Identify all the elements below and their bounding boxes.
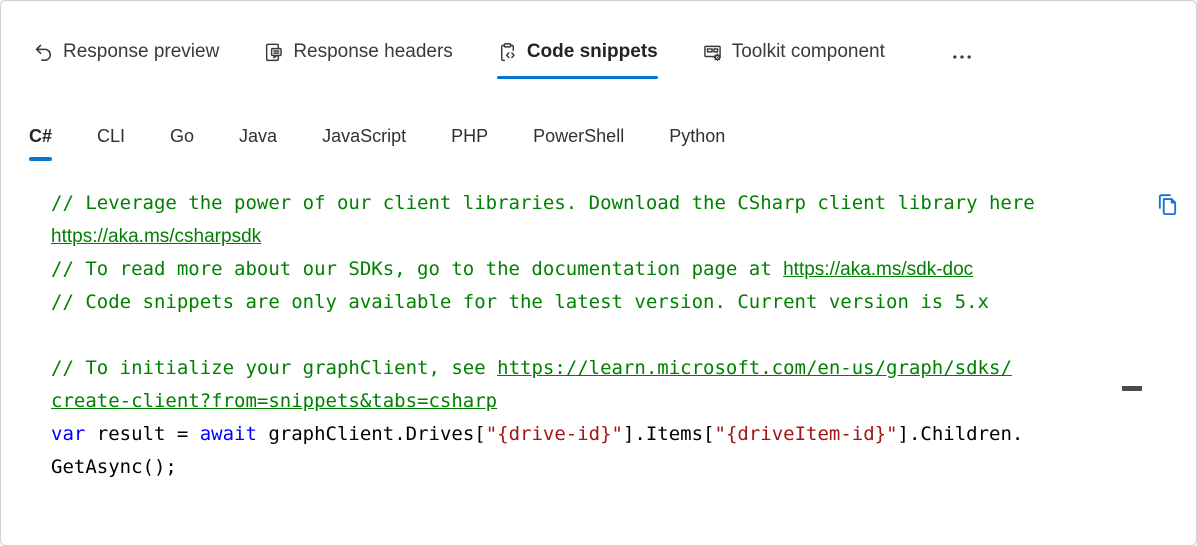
code-token: // Leverage the power of our client libr…	[51, 192, 1035, 214]
code-snippet-area: // Leverage the power of our client libr…	[1, 187, 1196, 484]
language-tab-powershell[interactable]: PowerShell	[533, 124, 624, 161]
code-line: // Code snippets are only available for …	[51, 286, 1196, 319]
code-line: create-client?from=snippets&tabs=csharp	[51, 385, 1196, 418]
tab-response-preview[interactable]: Response preview	[33, 32, 219, 79]
code-link[interactable]: https://learn.microsoft.com/en-us/graph/…	[497, 357, 1012, 379]
tab-toolkit-component[interactable]: Toolkit component	[702, 32, 885, 79]
code-token: "{drive-id}"	[486, 423, 623, 445]
more-horizontal-icon	[951, 46, 973, 68]
code-token: // To read more about our SDKs, go to th…	[51, 258, 783, 280]
language-tab-python[interactable]: Python	[669, 124, 725, 161]
language-tab-csharp[interactable]: C#	[29, 124, 52, 161]
document-chat-icon	[263, 42, 284, 63]
language-tab-javascript[interactable]: JavaScript	[322, 124, 406, 161]
code-line: https://aka.ms/csharpsdk	[51, 220, 1196, 253]
code-link[interactable]: https://aka.ms/csharpsdk	[51, 226, 261, 247]
code-token: GetAsync();	[51, 456, 177, 478]
code-line: // Leverage the power of our client libr…	[51, 187, 1196, 220]
code-token: result =	[85, 423, 199, 445]
undo-arrow-icon	[33, 42, 54, 63]
code-token: await	[200, 423, 257, 445]
toolkit-window-gear-icon	[702, 42, 723, 63]
language-tab-go[interactable]: Go	[170, 124, 194, 161]
copy-icon	[1154, 205, 1180, 220]
tab-response-headers[interactable]: Response headers	[263, 32, 453, 79]
code-line: // To read more about our SDKs, go to th…	[51, 253, 1196, 286]
code-token: "{driveItem-id}"	[715, 423, 898, 445]
response-tab-bar: Response preview Response headers	[1, 1, 1196, 82]
code-token: ].Children.	[898, 423, 1024, 445]
code-lines: // Leverage the power of our client libr…	[51, 187, 1196, 484]
clipboard-code-icon	[497, 42, 518, 63]
code-line: GetAsync();	[51, 451, 1196, 484]
code-line: var result = await graphClient.Drives["{…	[51, 418, 1196, 451]
code-token: var	[51, 423, 85, 445]
overview-ruler-marker	[1122, 386, 1142, 391]
tab-code-snippets[interactable]: Code snippets	[497, 32, 658, 79]
tab-label: Response preview	[63, 40, 219, 64]
code-line	[51, 319, 1196, 352]
code-line: // To initialize your graphClient, see h…	[51, 352, 1196, 385]
language-tab-php[interactable]: PHP	[451, 124, 488, 161]
code-link[interactable]: https://aka.ms/sdk-doc	[783, 259, 973, 280]
tab-label: Toolkit component	[732, 40, 885, 64]
tab-label: Code snippets	[527, 40, 658, 64]
response-area-panel: Response preview Response headers	[0, 0, 1197, 546]
copy-code-button[interactable]	[1152, 189, 1182, 219]
more-tabs-button[interactable]	[943, 32, 981, 82]
code-token: // Code snippets are only available for …	[51, 291, 989, 313]
code-token: ].Items[	[623, 423, 715, 445]
tab-label: Response headers	[293, 40, 453, 64]
language-tab-java[interactable]: Java	[239, 124, 277, 161]
code-link[interactable]: create-client?from=snippets&tabs=csharp	[51, 390, 497, 412]
language-tab-cli[interactable]: CLI	[97, 124, 125, 161]
code-token: // To initialize your graphClient, see	[51, 357, 497, 379]
language-tab-bar: C# CLI Go Java JavaScript PHP PowerShell…	[1, 124, 1196, 161]
code-token: graphClient.Drives[	[257, 423, 486, 445]
